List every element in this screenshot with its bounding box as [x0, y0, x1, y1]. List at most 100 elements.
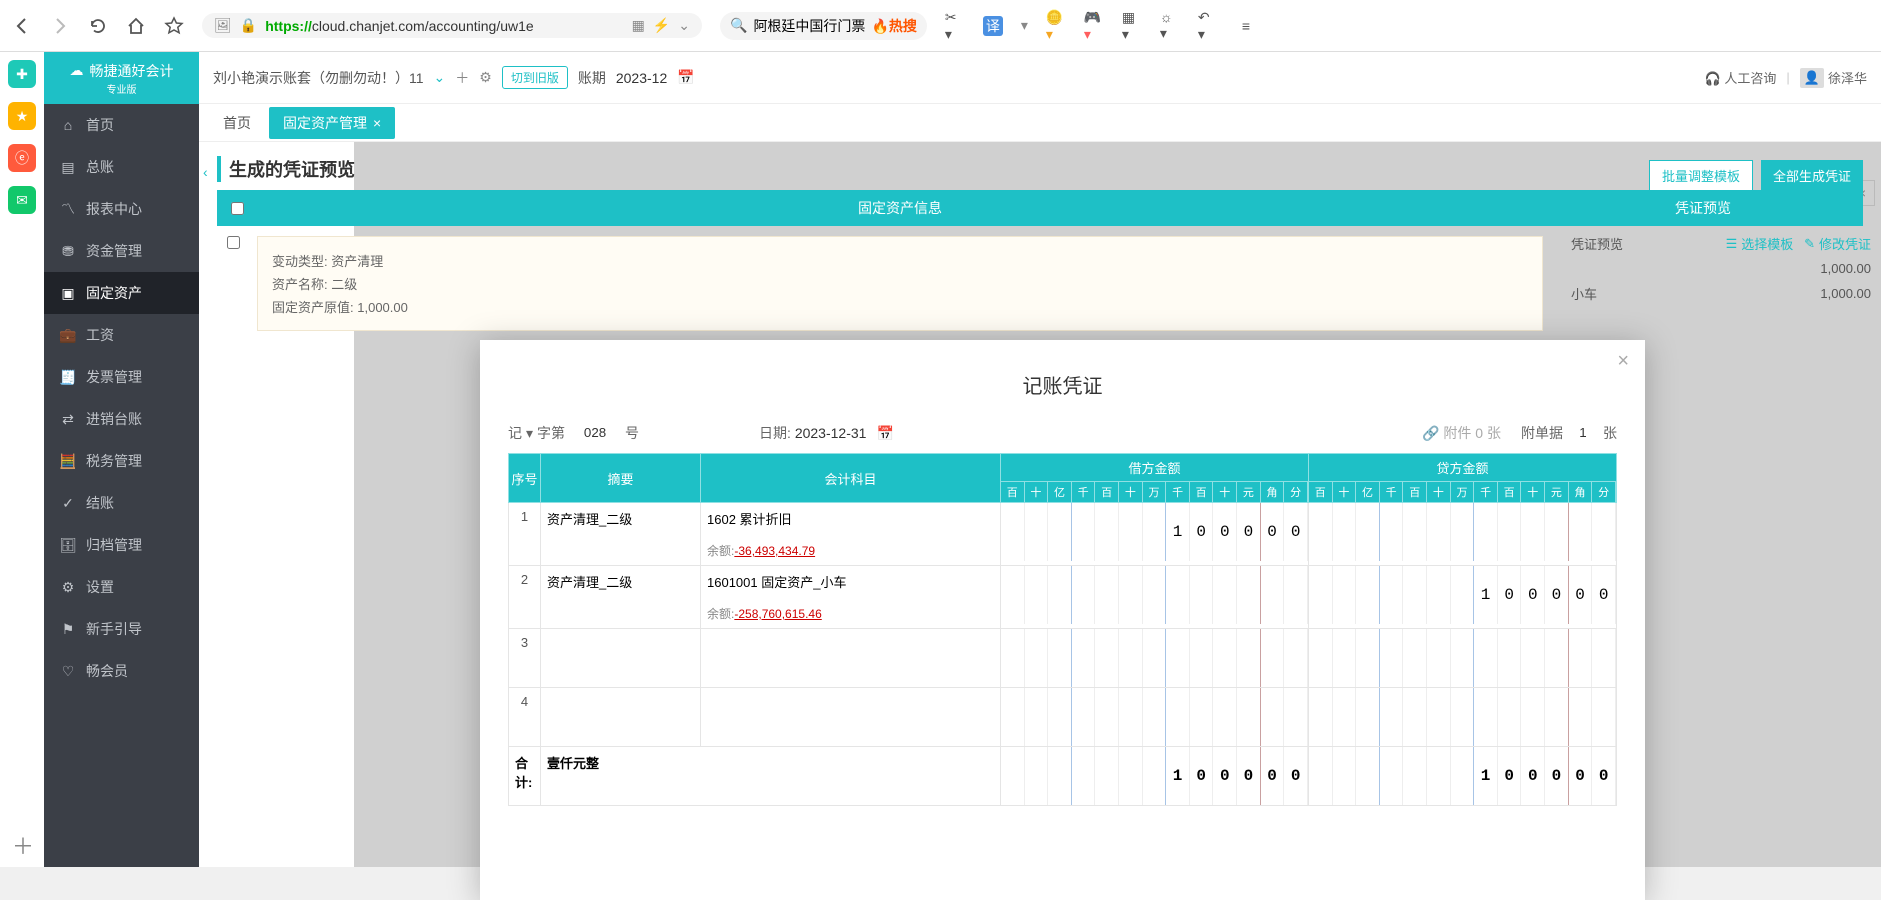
- sidebar-item-10[interactable]: 🗄归档管理: [44, 524, 199, 566]
- sun-icon[interactable]: ☼ ▾: [1160, 16, 1180, 36]
- game-icon[interactable]: 🎮 ▾: [1084, 16, 1104, 36]
- grid-icon[interactable]: ▦ ▾: [1122, 16, 1142, 36]
- sidebar-item-3[interactable]: ⛃资金管理: [44, 230, 199, 272]
- sidebar-item-7[interactable]: ⇄进销台账: [44, 398, 199, 440]
- close-icon[interactable]: ×: [373, 115, 381, 131]
- voucher-modal: × 记账凭证 记 ▾ 字第 号 日期: 2023-12-31 📅 🔗 附件 0 …: [480, 340, 1645, 900]
- os-icon-4[interactable]: ✉: [8, 186, 36, 214]
- th-index: 序号: [509, 454, 541, 503]
- sidebar-item-6[interactable]: 🧾发票管理: [44, 356, 199, 398]
- chevron-down-icon[interactable]: ⌄: [434, 69, 446, 86]
- os-icon-2[interactable]: ★: [8, 102, 36, 130]
- modal-title: 记账凭证: [508, 370, 1617, 399]
- voucher-table: 序号 摘要 会计科目 借方金额 贷方金额 百十亿千百十万千百十元角分 百十亿千百…: [508, 453, 1617, 806]
- select-template-link[interactable]: ☰ 选择模板: [1726, 234, 1794, 253]
- undo-icon[interactable]: ↶ ▾: [1198, 16, 1218, 36]
- nav-icon: ▣: [60, 285, 76, 301]
- os-icon-1[interactable]: ✚: [8, 60, 36, 88]
- nav-icon: ⚙: [60, 579, 76, 595]
- section-title: 生成的凭证预览: [217, 156, 1863, 182]
- translate-icon[interactable]: 译: [983, 16, 1003, 36]
- forward-icon[interactable]: [50, 16, 70, 36]
- voucher-row[interactable]: 1资产清理_二级1602 累计折旧余额:-36,493,434.79100000: [509, 503, 1617, 566]
- period-value[interactable]: 2023-12: [616, 70, 667, 86]
- rp-amt-2: 1,000.00: [1820, 286, 1871, 301]
- sidebar-item-8[interactable]: 🧮税务管理: [44, 440, 199, 482]
- logo-sub: 专业版: [107, 81, 137, 96]
- sidebar: ☁畅捷通好会计 专业版 ⌂首页▤总账〽报表中心⛃资金管理▣固定资产💼工资🧾发票管…: [44, 52, 199, 867]
- sidebar-item-9[interactable]: ✓结账: [44, 482, 199, 524]
- collapse-icon[interactable]: ‹: [203, 164, 208, 180]
- os-add-icon[interactable]: ＋: [12, 829, 34, 861]
- asset-card: 变动类型: 资产清理 资产名称: 二级 固定资产原值: 1,000.00: [257, 236, 1543, 331]
- os-icon-3[interactable]: ⓔ: [8, 144, 36, 172]
- star-icon[interactable]: [164, 16, 184, 36]
- home-icon[interactable]: [126, 16, 146, 36]
- tab-fixed-assets[interactable]: 固定资产管理×: [269, 107, 395, 139]
- voucher-number-input[interactable]: [565, 425, 625, 441]
- sidebar-item-2[interactable]: 〽报表中心: [44, 188, 199, 230]
- browser-toolbar: 🖼 🔒 https://cloud.chanjet.com/accounting…: [0, 0, 1881, 52]
- sidebar-item-0[interactable]: ⌂首页: [44, 104, 199, 146]
- sidebar-item-12[interactable]: ⚑新手引导: [44, 608, 199, 650]
- th-summary: 摘要: [541, 454, 701, 503]
- back-icon[interactable]: [12, 16, 32, 36]
- voucher-total-row: 合计:壹仟元整100000100000: [509, 747, 1617, 806]
- topbar: 刘小艳演示账套（勿删勿动！）11 ⌄ ＋ ⚙ 切到旧版 账期 2023-12 📅…: [199, 52, 1881, 104]
- avatar[interactable]: 👤徐泽华: [1800, 68, 1867, 88]
- hot-icon: 🔥热搜: [871, 16, 916, 36]
- row-checkbox[interactable]: [227, 236, 240, 249]
- rp-asset: 小车: [1571, 284, 1597, 303]
- cloud-icon: ☁: [70, 62, 84, 79]
- qr-icon[interactable]: ▦: [632, 17, 645, 34]
- gear-icon[interactable]: ⚙: [479, 69, 492, 86]
- rp-amt-1: 1,000.00: [1820, 261, 1871, 276]
- voucher-row[interactable]: 4: [509, 688, 1617, 747]
- logo[interactable]: ☁畅捷通好会计 专业版: [44, 52, 199, 104]
- account-name[interactable]: 刘小艳演示账套（勿删勿动！）11: [213, 68, 424, 88]
- sidebar-item-1[interactable]: ▤总账: [44, 146, 199, 188]
- rp-title: 凭证预览: [1571, 234, 1623, 253]
- nav-icon: ⇄: [60, 411, 76, 427]
- plus-icon[interactable]: ＋: [455, 68, 469, 88]
- scissors-icon[interactable]: ✂ ▾: [945, 16, 965, 36]
- voucher-row[interactable]: 2资产清理_二级1601001 固定资产_小车余额:-258,760,615.4…: [509, 566, 1617, 629]
- calendar-icon[interactable]: 📅: [876, 425, 893, 442]
- edit-voucher-link[interactable]: ✎ 修改凭证: [1804, 234, 1871, 253]
- generate-all-button[interactable]: 全部生成凭证: [1761, 160, 1863, 191]
- modal-header: 记 ▾ 字第 号 日期: 2023-12-31 📅 🔗 附件 0 张 附单据 张: [508, 423, 1617, 443]
- nav-icon: ♡: [60, 663, 76, 679]
- voucher-preview-pane: 凭证预览 ☰ 选择模板 ✎ 修改凭证 1,000.00 小车 1,000.00: [1561, 230, 1881, 307]
- voucher-type[interactable]: 记: [508, 423, 522, 443]
- sidebar-item-13[interactable]: ♡畅会员: [44, 650, 199, 692]
- period-label: 账期: [578, 68, 606, 88]
- grid-header: 固定资产信息 凭证预览: [217, 190, 1863, 226]
- voucher-row[interactable]: 3: [509, 629, 1617, 688]
- headset-icon[interactable]: 🎧 人工咨询: [1705, 68, 1777, 87]
- batch-adjust-button[interactable]: 批量调整模板: [1649, 160, 1753, 191]
- sidebar-item-4[interactable]: ▣固定资产: [44, 272, 199, 314]
- nav-icon: 🧾: [60, 369, 76, 385]
- modal-close-button[interactable]: ×: [1617, 350, 1629, 373]
- sidebar-item-5[interactable]: 💼工资: [44, 314, 199, 356]
- select-all-checkbox[interactable]: [231, 202, 244, 215]
- flash-icon[interactable]: ⚡: [653, 17, 670, 34]
- address-bar[interactable]: 🖼 🔒 https://cloud.chanjet.com/accounting…: [202, 13, 702, 38]
- slip-count-input[interactable]: [1563, 425, 1603, 441]
- os-sidebar: ✚ ★ ⓔ ✉: [0, 52, 44, 867]
- search-box[interactable]: 🔍 阿根廷中国行门票 🔥热搜: [720, 12, 927, 40]
- wallet-icon[interactable]: 🪙 ▾: [1046, 16, 1066, 36]
- chevron-down-icon[interactable]: ⌄: [678, 17, 690, 34]
- refresh-icon[interactable]: [88, 16, 108, 36]
- sidebar-item-11[interactable]: ⚙设置: [44, 566, 199, 608]
- menu-icon[interactable]: ≡: [1236, 16, 1256, 36]
- tab-home[interactable]: 首页: [209, 107, 265, 139]
- nav-icon: ✓: [60, 495, 76, 511]
- voucher-date[interactable]: 2023-12-31: [795, 425, 867, 441]
- calendar-icon[interactable]: 📅: [677, 69, 694, 86]
- attachment-link[interactable]: 🔗 附件 0 张: [1422, 423, 1501, 443]
- nav-icon: 🗄: [60, 537, 76, 553]
- switch-version-button[interactable]: 切到旧版: [502, 66, 568, 89]
- chevron-down-icon[interactable]: ▾: [526, 425, 533, 442]
- tabs: 首页 固定资产管理×: [199, 104, 1881, 142]
